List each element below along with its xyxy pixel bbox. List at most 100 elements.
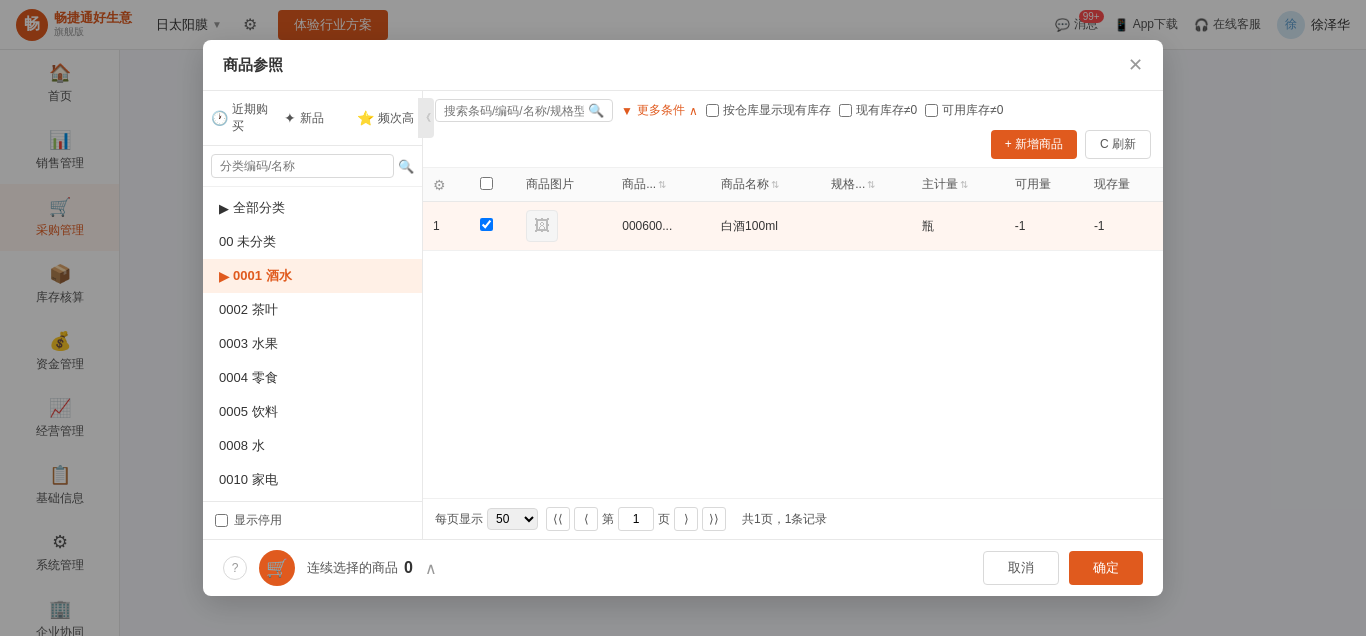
more-filter-btn[interactable]: ▼ 更多条件 ∧ [621,102,698,119]
tab-frequent[interactable]: ⭐ 频次高 [349,91,422,145]
page-input[interactable] [618,507,654,531]
last-page-btn[interactable]: ⟩⟩ [702,507,726,531]
modal-header: 商品参照 ✕ [203,40,1163,91]
col-settings[interactable]: ⚙ [423,168,470,202]
row-code: 000600... [612,202,711,251]
tab-recent[interactable]: 🕐 近期购买 [203,91,276,145]
category-item-all[interactable]: ▶ 全部分类 [203,191,422,225]
modal-footer: ? 🛒 连续选择的商品 0 ∧ 取消 确定 [203,539,1163,596]
stock-ne0-label: 现有库存≠0 [856,102,917,119]
tab-frequent-label: 频次高 [378,110,414,127]
col-code: 商品... ⇅ [612,168,711,202]
select-all-checkbox[interactable] [480,177,493,190]
modal-close-btn[interactable]: ✕ [1128,54,1143,76]
show-disabled-checkbox[interactable] [215,514,228,527]
category-item-0003[interactable]: 0003 水果 [203,327,422,361]
category-label-0001: 0001 酒水 [233,267,292,285]
sort-name[interactable]: 商品名称 ⇅ [721,176,811,193]
footer-actions: 取消 确定 [983,551,1143,585]
category-label-0003: 0003 水果 [219,335,278,353]
sort-spec-icon: ⇅ [867,179,875,190]
warehouse-checkbox-input[interactable] [706,104,719,117]
page-suffix: 页 [658,511,670,528]
page-label: 第 [602,511,614,528]
category-label-0002: 0002 茶叶 [219,301,278,319]
modal-left-panel: 🕐 近期购买 ✦ 新品 ⭐ 频次高 《 🔍 [203,91,423,539]
category-item-0010[interactable]: 0010 家电 [203,463,422,497]
filter-icon: ▼ [621,104,633,118]
per-page: 每页显示 10 20 50 100 [435,508,538,530]
confirm-btn[interactable]: 确定 [1069,551,1143,585]
modal-body: 🕐 近期购买 ✦ 新品 ⭐ 频次高 《 🔍 [203,91,1163,539]
sort-unit-icon: ⇅ [960,179,968,190]
col-unit: 主计量 ⇅ [912,168,1005,202]
modal-title: 商品参照 [223,56,283,75]
modal-right-panel: 🔍 ▼ 更多条件 ∧ 按仓库显示现有库存 现有库存≠0 [423,91,1163,539]
category-item-0005[interactable]: 0005 饮料 [203,395,422,429]
help-btn[interactable]: ? [223,556,247,580]
row-unit: 瓶 [912,202,1005,251]
category-item-0002[interactable]: 0002 茶叶 [203,293,422,327]
available-ne0-checkbox-input[interactable] [925,104,938,117]
row-name: 白酒100ml [711,202,821,251]
category-item-0001[interactable]: ▶ 0001 酒水 [203,259,422,293]
stock-ne0-checkbox-input[interactable] [839,104,852,117]
toolbar-right: + 新增商品 C 刷新 [991,130,1151,159]
category-list: ▶ 全部分类 00 未分类 ▶ 0001 酒水 0002 茶叶 0003 水果 [203,187,422,501]
sort-code[interactable]: 商品... ⇅ [622,176,701,193]
category-label-0008: 0008 水 [219,437,265,455]
per-page-select[interactable]: 10 20 50 100 [487,508,538,530]
checkbox-stock-ne0[interactable]: 现有库存≠0 [839,102,917,119]
cart-btn[interactable]: 🛒 [259,550,295,586]
available-ne0-label: 可用库存≠0 [942,102,1003,119]
warehouse-checkbox-label: 按仓库显示现有库存 [723,102,831,119]
add-product-btn[interactable]: + 新增商品 [991,130,1077,159]
col-image: 商品图片 [516,168,612,202]
category-label-0004: 0004 零食 [219,369,278,387]
checkbox-available-ne0[interactable]: 可用库存≠0 [925,102,1003,119]
col-spec: 规格... ⇅ [821,168,911,202]
product-search-input[interactable] [444,104,584,118]
category-item-0008[interactable]: 0008 水 [203,429,422,463]
category-label-0010: 0010 家电 [219,471,278,489]
sort-name-icon: ⇅ [771,179,779,190]
row-available: -1 [1005,202,1084,251]
category-search-icon[interactable]: 🔍 [398,159,414,174]
prev-page-btn[interactable]: ⟨ [574,507,598,531]
cart-count: 0 [404,559,413,577]
product-thumbnail: 🖼 [526,210,558,242]
table-row[interactable]: 1 🖼 000600... 白酒100ml 瓶 [423,202,1163,251]
checkbox-warehouse[interactable]: 按仓库显示现有库存 [706,102,831,119]
next-page-btn[interactable]: ⟩ [674,507,698,531]
category-arrow-0001: ▶ [219,269,229,284]
row-stock: -1 [1084,202,1163,251]
col-stock: 现存量 [1084,168,1163,202]
modal-toolbar: 🔍 ▼ 更多条件 ∧ 按仓库显示现有库存 现有库存≠0 [423,91,1163,168]
pagination: 每页显示 10 20 50 100 ⟨⟨ ⟨ 第 页 [423,498,1163,539]
col-available: 可用量 [1005,168,1084,202]
product-search-box: 🔍 [435,99,613,122]
cancel-btn[interactable]: 取消 [983,551,1059,585]
sort-unit[interactable]: 主计量 ⇅ [922,176,995,193]
category-item-00[interactable]: 00 未分类 [203,225,422,259]
tab-new[interactable]: ✦ 新品 [276,91,349,145]
left-tabs: 🕐 近期购买 ✦ 新品 ⭐ 频次高 《 [203,91,422,146]
collapse-left-btn[interactable]: 《 [418,98,434,138]
collapse-footer-btn[interactable]: ∧ [425,559,437,578]
category-label-all: 全部分类 [233,199,285,217]
category-search-input[interactable] [211,154,394,178]
table-settings-icon[interactable]: ⚙ [433,177,446,193]
sort-spec[interactable]: 规格... ⇅ [831,176,901,193]
row-checkbox[interactable] [480,218,493,231]
row-index: 1 [423,202,470,251]
product-search-icon[interactable]: 🔍 [588,103,604,118]
first-page-btn[interactable]: ⟨⟨ [546,507,570,531]
frequent-icon: ⭐ [357,110,374,126]
row-spec [821,202,911,251]
category-item-0004[interactable]: 0004 零食 [203,361,422,395]
refresh-btn[interactable]: C 刷新 [1085,130,1151,159]
category-label-0005: 0005 饮料 [219,403,278,421]
cart-label: 连续选择的商品 0 [307,559,413,577]
filter-collapse-icon: ∧ [689,104,698,118]
per-page-label: 每页显示 [435,511,483,528]
